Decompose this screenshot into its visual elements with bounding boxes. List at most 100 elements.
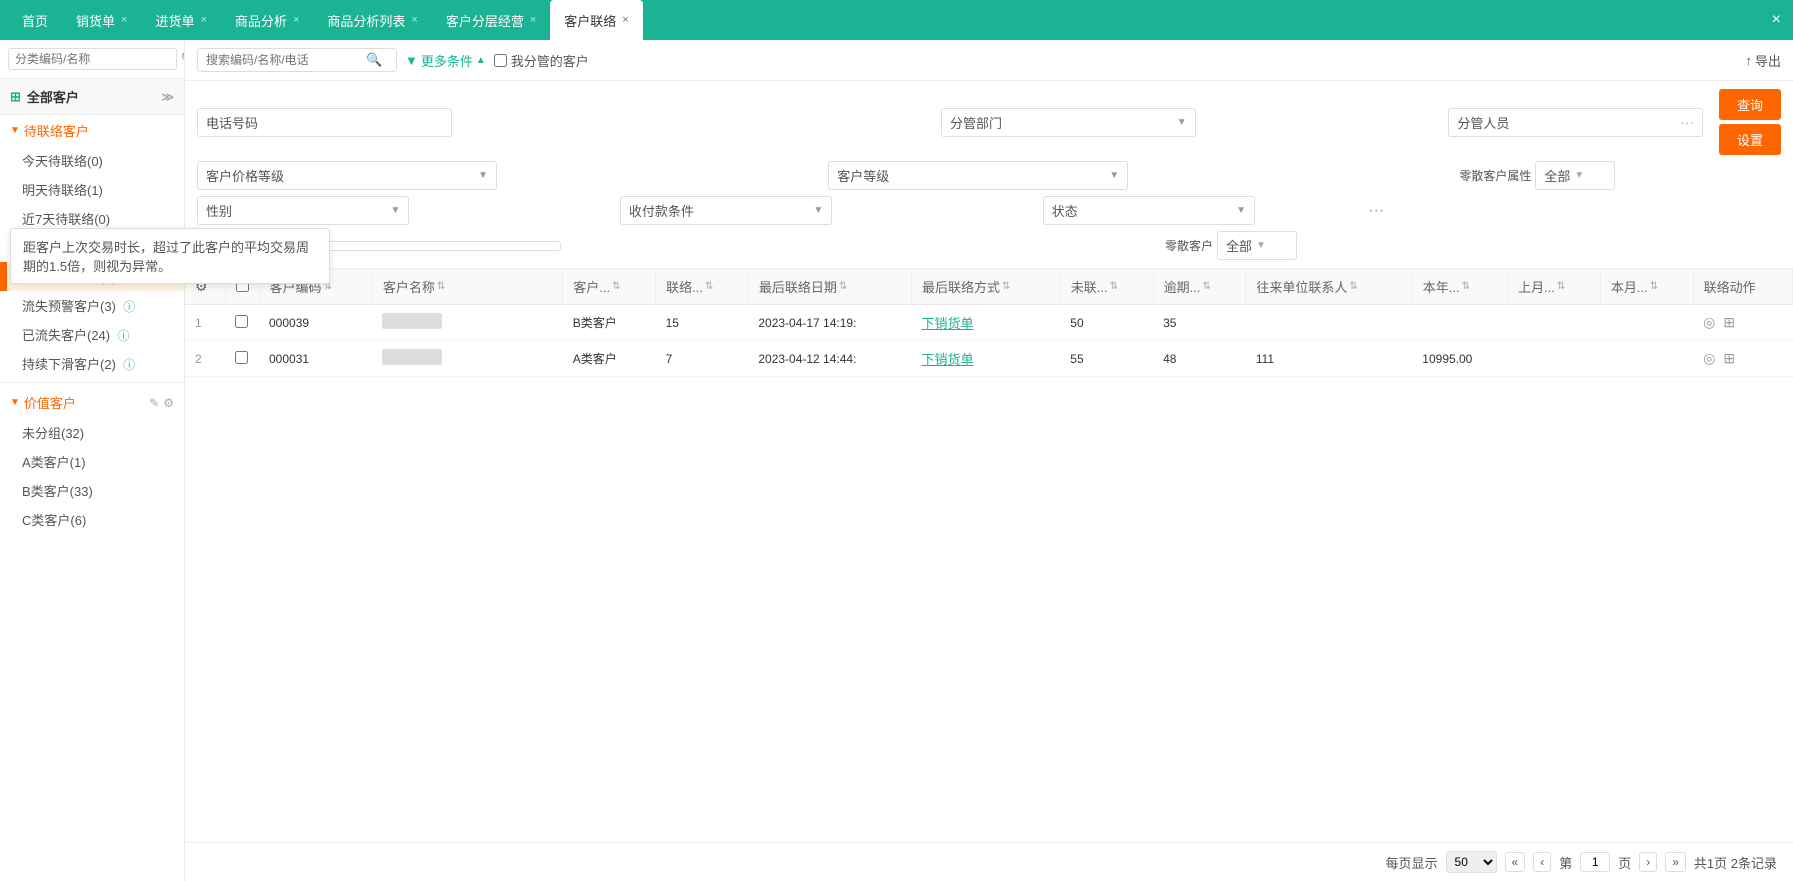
- per-page-select[interactable]: 50 100 200: [1446, 851, 1497, 873]
- th-last-contact-method: 最后联络方式 ⇅: [912, 269, 1061, 305]
- table-header-row: ⚙ 客户编码 ⇅ 客户名称: [185, 269, 1793, 305]
- customer-level-filter[interactable]: 客户等级 ▼: [828, 161, 1128, 190]
- row1-last-method[interactable]: 下销货单: [912, 305, 1061, 341]
- close-customer-contact-icon[interactable]: ×: [622, 14, 628, 26]
- nav-customer-tier[interactable]: 客户分层经营 ×: [432, 0, 550, 40]
- overdue-sort-icon[interactable]: ⇅: [1202, 281, 1210, 292]
- value-customers-section[interactable]: ▼ 价值客户 ✎ ⚙: [0, 387, 184, 418]
- scatter-customer-select[interactable]: 全部 ▼: [1217, 231, 1297, 260]
- sidebar-today-pending[interactable]: 今天待联络(0): [0, 146, 184, 175]
- dept-filter[interactable]: 分管部门 ▼: [941, 108, 1196, 137]
- sidebar-a-customers[interactable]: A类客户(1): [0, 447, 184, 476]
- settings-button[interactable]: 设置: [1719, 124, 1781, 155]
- price-level-filter[interactable]: 客户价格等级 ▼: [197, 161, 497, 190]
- nav-home[interactable]: 首页: [8, 0, 62, 40]
- sidebar-declining-customers[interactable]: 持续下滑客户(2) ⓘ: [0, 349, 184, 378]
- this-month-sort-icon[interactable]: ⇅: [1650, 281, 1658, 292]
- manager-more-icon[interactable]: ···: [1680, 114, 1694, 130]
- pending-contact-section[interactable]: ▼ 待联络客户: [0, 115, 184, 146]
- value-section-edit-icon[interactable]: ✎: [149, 396, 159, 410]
- window-close-button[interactable]: ×: [1772, 11, 1781, 29]
- more-conditions-button[interactable]: ▼ 更多条件 ▲: [405, 51, 486, 70]
- data-table-container: ⚙ 客户编码 ⇅ 客户名称: [185, 269, 1793, 842]
- scatter-customer-area: 零散客户 全部 ▼: [1165, 231, 1297, 260]
- declining-info-icon[interactable]: ⓘ: [123, 358, 135, 372]
- row2-link-icon[interactable]: ◎: [1703, 350, 1715, 367]
- nav-customer-contact[interactable]: 客户联络 ×: [550, 0, 642, 40]
- top-navigation: 首页 销货单 × 进货单 × 商品分析 × 商品分析列表 × 客户分层经营 × …: [0, 0, 1793, 40]
- query-button[interactable]: 查询: [1719, 89, 1781, 120]
- nav-sales-order[interactable]: 销货单 ×: [62, 0, 141, 40]
- row2-last-month: [1508, 341, 1601, 377]
- nav-purchase-order[interactable]: 进货单 ×: [141, 0, 220, 40]
- contact-sort-icon[interactable]: ⇅: [705, 281, 713, 292]
- th-last-contact-date: 最后联络日期 ⇅: [748, 269, 911, 305]
- close-product-analysis-list-icon[interactable]: ×: [411, 14, 417, 26]
- manager-filter[interactable]: 分管人员 ···: [1448, 108, 1703, 137]
- nav-product-analysis[interactable]: 商品分析 ×: [221, 0, 313, 40]
- th-overdue: 逾期... ⇅: [1153, 269, 1246, 305]
- status-filter[interactable]: 状态 ▼: [1043, 196, 1255, 225]
- person-sort-icon[interactable]: ⇅: [1349, 281, 1357, 292]
- year-sort-icon[interactable]: ⇅: [1462, 281, 1470, 292]
- table-row: 1 000039 B类客户 15 2023-04-17 14:19: 下销货单: [185, 305, 1793, 341]
- value-arrow-icon: ▼: [10, 397, 20, 408]
- uncontacted-sort-icon[interactable]: ⇅: [1110, 281, 1118, 292]
- row2-actions: ◎ ⊞: [1693, 341, 1792, 377]
- row2-checkbox-cell[interactable]: [225, 341, 259, 377]
- close-sales-order-icon[interactable]: ×: [121, 14, 127, 26]
- name-sort-icon[interactable]: ⇅: [437, 281, 445, 292]
- row1-detail-icon[interactable]: ⊞: [1723, 314, 1735, 331]
- row1-checkbox[interactable]: [235, 315, 248, 328]
- method-sort-icon[interactable]: ⇅: [1002, 281, 1010, 292]
- row3-more-icon[interactable]: ···: [1368, 202, 1384, 220]
- total-records-label: 共1页 2条记录: [1694, 853, 1777, 872]
- close-product-analysis-icon[interactable]: ×: [293, 14, 299, 26]
- close-purchase-order-icon[interactable]: ×: [200, 14, 206, 26]
- nav-product-analysis-list[interactable]: 商品分析列表 ×: [313, 0, 431, 40]
- sidebar-search-input[interactable]: [8, 48, 177, 70]
- sidebar-lost-customers[interactable]: 已流失客户(24) ⓘ: [0, 320, 184, 349]
- sidebar-b-customers[interactable]: B类客户(33): [0, 476, 184, 505]
- main-search-input[interactable]: [206, 53, 366, 67]
- sidebar-c-customers[interactable]: C类客户(6): [0, 505, 184, 534]
- row1-action-icons: ◎ ⊞: [1703, 314, 1782, 331]
- page-number-input[interactable]: [1580, 852, 1610, 872]
- scatter-attr-arrow-icon: ▼: [1574, 170, 1584, 181]
- row2-last-date: 2023-04-12 14:44:: [748, 341, 911, 377]
- row2-detail-icon[interactable]: ⊞: [1723, 350, 1735, 367]
- row1-link-icon[interactable]: ◎: [1703, 314, 1715, 331]
- all-customers-header[interactable]: ⊞ 全部客户 ≫: [0, 79, 184, 115]
- value-section-settings-icon[interactable]: ⚙: [163, 396, 174, 410]
- payment-filter[interactable]: 收付款条件 ▼: [620, 196, 832, 225]
- row2-checkbox[interactable]: [235, 351, 248, 364]
- my-customer-checkbox[interactable]: [494, 54, 507, 67]
- close-customer-tier-icon[interactable]: ×: [530, 14, 536, 26]
- row2-last-method[interactable]: 下销货单: [912, 341, 1061, 377]
- sidebar-tomorrow-pending[interactable]: 明天待联络(1): [0, 175, 184, 204]
- main-search-icon[interactable]: 🔍: [366, 52, 382, 68]
- last-page-button[interactable]: »: [1665, 852, 1686, 872]
- next-page-button[interactable]: ›: [1639, 852, 1657, 872]
- phone-filter[interactable]: 电话号码: [197, 108, 452, 137]
- first-page-button[interactable]: «: [1505, 852, 1526, 872]
- prev-page-button[interactable]: ‹: [1533, 852, 1551, 872]
- lost-customers-info-icon[interactable]: ⓘ: [117, 329, 129, 343]
- row1-checkbox-cell[interactable]: [225, 305, 259, 341]
- sidebar-collapse-icon[interactable]: ≫: [161, 90, 174, 104]
- more-conditions-arrow-icon: ▲: [476, 55, 486, 66]
- filter-row-1: 电话号码 分管部门 ▼ 分管人员 ··· 查询 设置: [197, 89, 1781, 155]
- row2-this-year: 10995.00: [1412, 341, 1507, 377]
- gender-filter[interactable]: 性别 ▼: [197, 196, 409, 225]
- status-dropdown-icon: ▼: [1236, 205, 1246, 216]
- date-sort-icon[interactable]: ⇅: [839, 281, 847, 292]
- last-month-sort-icon[interactable]: ⇅: [1557, 281, 1565, 292]
- sidebar-lost-warning[interactable]: 流失预警客户(3) ⓘ: [0, 291, 184, 320]
- sidebar-ungrouped[interactable]: 未分组(32): [0, 418, 184, 447]
- customers-table: ⚙ 客户编码 ⇅ 客户名称: [185, 269, 1793, 377]
- lost-warning-info-icon[interactable]: ⓘ: [123, 300, 135, 314]
- scatter-attr-select[interactable]: 全部 ▼: [1535, 161, 1615, 190]
- type-sort-icon[interactable]: ⇅: [612, 281, 620, 292]
- sidebar-content: ⊞ 全部客户 ≫ ▼ 待联络客户 今天待联络(0) 明天待联络(1) 近7天待联…: [0, 79, 184, 881]
- export-button[interactable]: ↑ 导出: [1745, 51, 1781, 70]
